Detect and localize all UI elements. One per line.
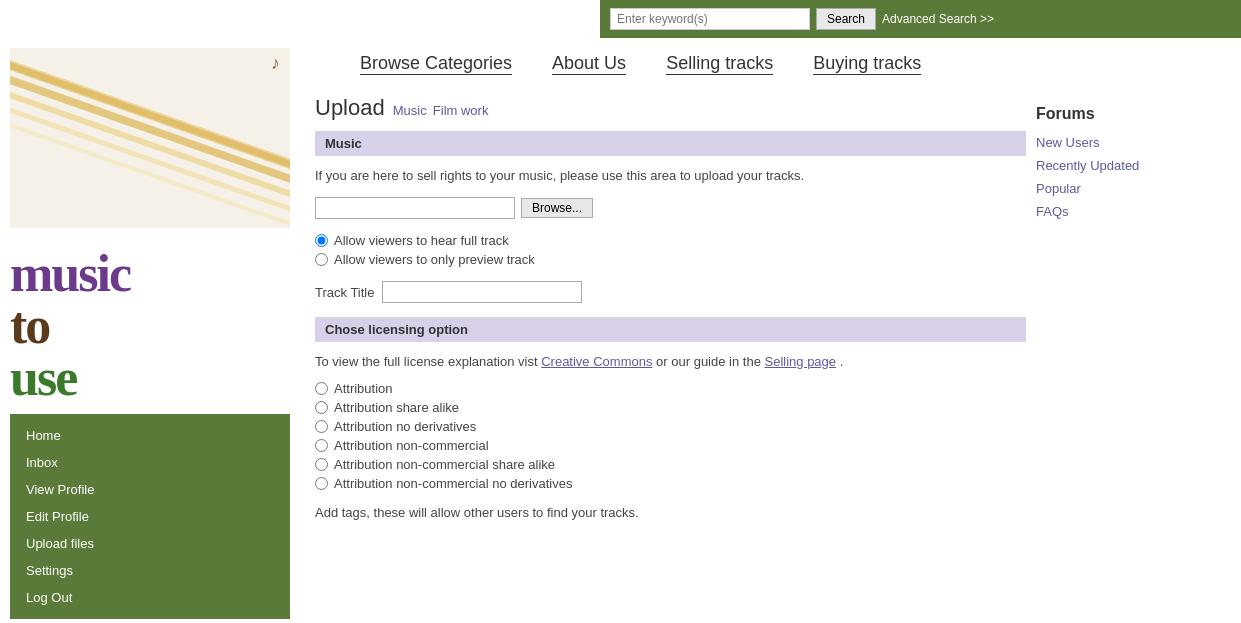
logo-music: music: [10, 248, 290, 300]
track-title-row: Track Title: [315, 281, 1026, 303]
license-radio-non-commercial[interactable]: [315, 439, 328, 452]
banner-stripes: [10, 48, 290, 228]
music-section-bar: Music: [315, 131, 1026, 156]
upload-description: If you are here to sell rights to your m…: [315, 168, 1026, 183]
radio-preview-track-row: Allow viewers to only preview track: [315, 252, 1026, 267]
upload-content: Upload Music Film work Music If you are …: [315, 95, 1026, 520]
forums-popular[interactable]: Popular: [1036, 181, 1216, 196]
sidebar-item-view-profile[interactable]: View Profile: [10, 476, 290, 503]
license-row-4: Attribution non-commercial share alike: [315, 457, 1026, 472]
full-track-radio[interactable]: [315, 234, 328, 247]
logo: music to use: [0, 238, 300, 404]
advanced-search-link[interactable]: Advanced Search >>: [882, 12, 994, 26]
license-section-bar: Chose licensing option: [315, 317, 1026, 342]
browse-button[interactable]: Browse...: [521, 198, 593, 218]
license-row-0: Attribution: [315, 381, 1026, 396]
license-radio-attribution[interactable]: [315, 382, 328, 395]
license-radio-nc-share-alike[interactable]: [315, 458, 328, 471]
license-label-no-derivatives: Attribution no derivatives: [334, 419, 476, 434]
nav-selling-tracks[interactable]: Selling tracks: [666, 53, 773, 75]
license-row-2: Attribution no derivatives: [315, 419, 1026, 434]
top-nav: Browse Categories About Us Selling track…: [300, 38, 1241, 95]
nav-about-us[interactable]: About Us: [552, 53, 626, 75]
nav-browse-categories[interactable]: Browse Categories: [360, 53, 512, 75]
license-radio-nc-no-derivatives[interactable]: [315, 477, 328, 490]
file-browse-row: Browse...: [315, 197, 1026, 219]
logo-use: use: [10, 352, 290, 404]
right-sidebar: Forums New Users Recently Updated Popula…: [1026, 95, 1226, 520]
license-label-nc-no-derivatives: Attribution non-commercial no derivative…: [334, 476, 572, 491]
music-tab-link[interactable]: Music: [393, 103, 427, 118]
license-label-attribution: Attribution: [334, 381, 393, 396]
license-radio-share-alike[interactable]: [315, 401, 328, 414]
sidebar-item-inbox[interactable]: Inbox: [10, 449, 290, 476]
forums-new-users[interactable]: New Users: [1036, 135, 1216, 150]
full-track-label: Allow viewers to hear full track: [334, 233, 509, 248]
film-work-tab-link[interactable]: Film work: [433, 103, 489, 118]
license-row-3: Attribution non-commercial: [315, 438, 1026, 453]
forums-recently-updated[interactable]: Recently Updated: [1036, 158, 1216, 173]
track-title-label: Track Title: [315, 285, 374, 300]
sidebar-nav: Home Inbox View Profile Edit Profile Upl…: [10, 414, 290, 619]
license-row-5: Attribution non-commercial no derivative…: [315, 476, 1026, 491]
creative-commons-link[interactable]: Creative Commons: [541, 354, 652, 369]
upload-title: Upload: [315, 95, 385, 121]
preview-track-radio[interactable]: [315, 253, 328, 266]
upload-header: Upload Music Film work: [315, 95, 1026, 121]
nav-buying-tracks[interactable]: Buying tracks: [813, 53, 921, 75]
forums-faqs[interactable]: FAQs: [1036, 204, 1216, 219]
license-radio-no-derivatives[interactable]: [315, 420, 328, 433]
forums-links: New Users Recently Updated Popular FAQs: [1036, 135, 1216, 219]
license-radio-group: Attribution Attribution share alike Attr…: [315, 381, 1026, 491]
sidebar-item-settings[interactable]: Settings: [10, 557, 290, 584]
file-path-input[interactable]: [315, 197, 515, 219]
license-description: To view the full license explanation vis…: [315, 354, 1026, 369]
selling-page-link[interactable]: Selling page: [765, 354, 837, 369]
track-title-input[interactable]: [382, 281, 582, 303]
sidebar-item-log-out[interactable]: Log Out: [10, 584, 290, 611]
tags-description: Add tags, these will allow other users t…: [315, 505, 1026, 520]
forums-title: Forums: [1036, 105, 1216, 123]
sidebar-item-home[interactable]: Home: [10, 422, 290, 449]
preview-track-label: Allow viewers to only preview track: [334, 252, 535, 267]
banner: ♪: [10, 48, 290, 228]
license-label-share-alike: Attribution share alike: [334, 400, 459, 415]
upload-sublinks: Music Film work: [393, 95, 489, 121]
preview-radio-group: Allow viewers to hear full track Allow v…: [315, 233, 1026, 267]
search-button[interactable]: Search: [816, 8, 876, 30]
sidebar-item-upload-files[interactable]: Upload files: [10, 530, 290, 557]
license-label-nc-share-alike: Attribution non-commercial share alike: [334, 457, 555, 472]
license-row-1: Attribution share alike: [315, 400, 1026, 415]
license-label-non-commercial: Attribution non-commercial: [334, 438, 489, 453]
banner-icon: ♪: [271, 53, 280, 74]
logo-to: to: [10, 300, 290, 352]
search-input[interactable]: [610, 8, 810, 30]
sidebar-item-edit-profile[interactable]: Edit Profile: [10, 503, 290, 530]
radio-full-track-row: Allow viewers to hear full track: [315, 233, 1026, 248]
